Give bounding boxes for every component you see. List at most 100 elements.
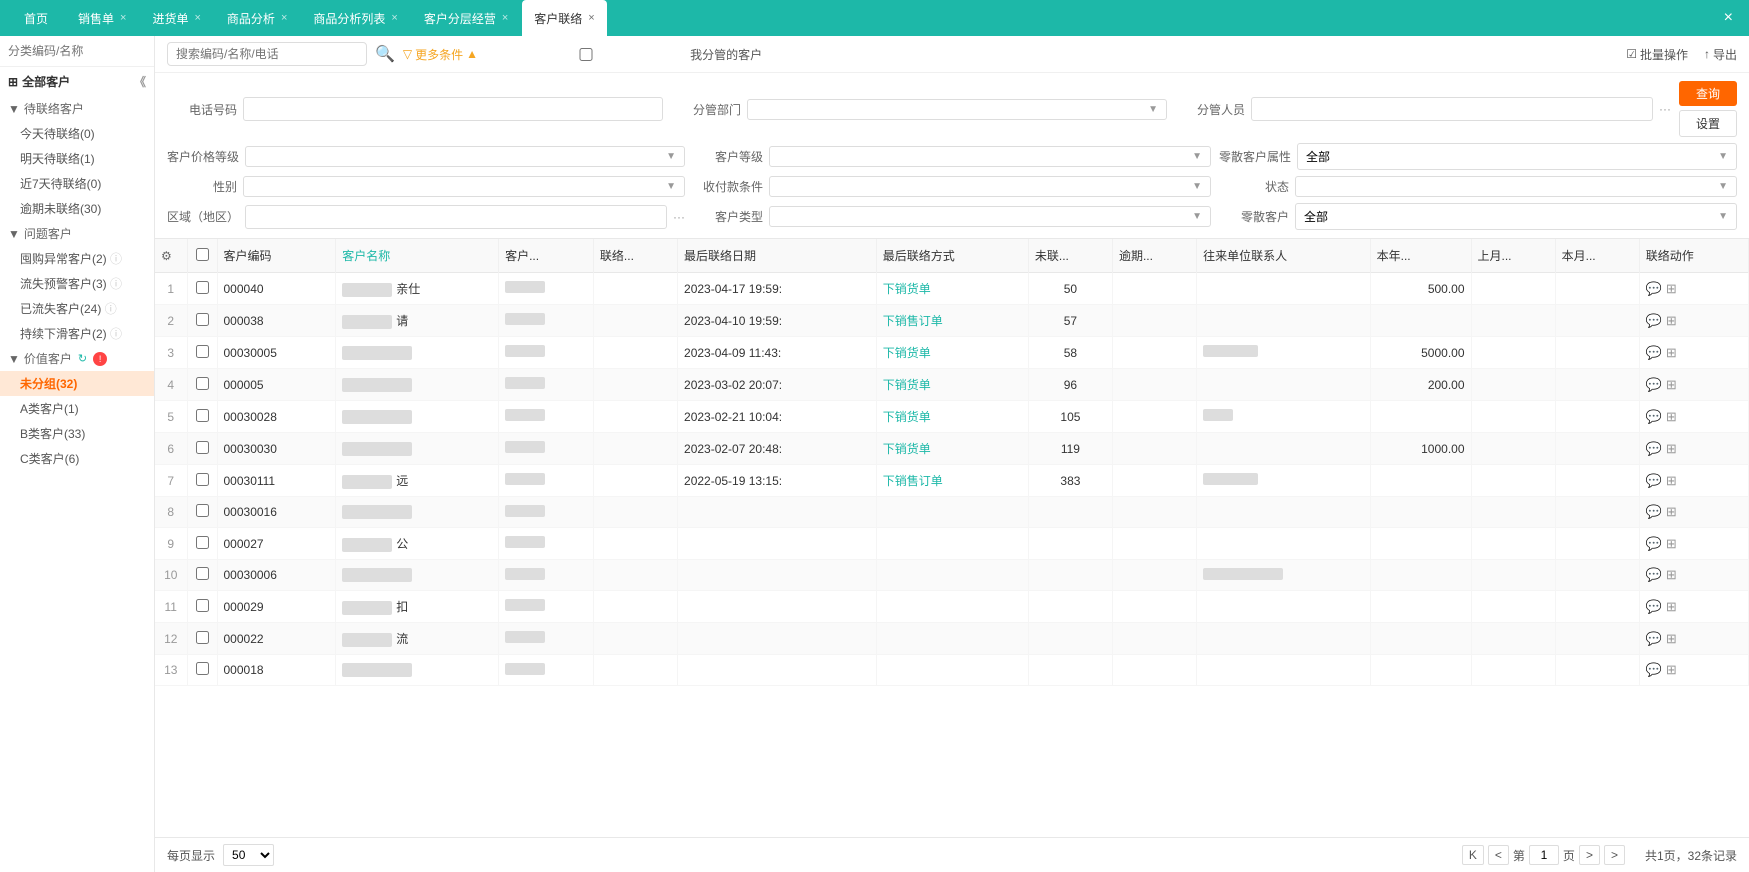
my-customers-checkbox[interactable]	[486, 48, 686, 61]
row-checkbox[interactable]	[196, 345, 209, 358]
grid-action-icon[interactable]: ⊞	[1666, 409, 1677, 425]
phone-input[interactable]	[243, 97, 663, 121]
message-icon[interactable]: 💬	[1646, 313, 1662, 329]
tab-customer-segment[interactable]: 客户分层经营 ×	[412, 0, 520, 36]
tab-purchase-close[interactable]: ×	[194, 12, 200, 24]
message-icon[interactable]: 💬	[1646, 536, 1662, 552]
sidebar-item-declining[interactable]: 持续下滑客户(2) ⓘ	[0, 321, 154, 346]
tab-customer-contact[interactable]: 客户联络 ×	[522, 0, 606, 36]
grid-action-icon[interactable]: ⊞	[1666, 377, 1677, 393]
export-btn[interactable]: ↑ 导出	[1704, 46, 1737, 63]
sidebar-item-churn-warning[interactable]: 流失预警客户(3) ⓘ	[0, 271, 154, 296]
settings-icon[interactable]: ⚙	[161, 249, 172, 263]
my-customers-checkbox-label[interactable]: 我分管的客户	[486, 46, 762, 63]
grid-action-icon[interactable]: ⊞	[1666, 536, 1677, 552]
customer-type-select[interactable]: ▼	[769, 206, 1211, 227]
grid-action-icon[interactable]: ⊞	[1666, 567, 1677, 583]
retail-customer-select[interactable]: 全部 ▼	[1295, 203, 1737, 230]
sidebar-item-class-a[interactable]: A类客户(1)	[0, 396, 154, 421]
first-page-btn[interactable]: K	[1462, 845, 1484, 865]
last-method-link[interactable]: 下销售订单	[883, 474, 943, 488]
message-icon[interactable]: 💬	[1646, 662, 1662, 678]
row-checkbox[interactable]	[196, 377, 209, 390]
row-checkbox[interactable]	[196, 599, 209, 612]
sidebar-item-tomorrow-contact[interactable]: 明天待联络(1)	[0, 146, 154, 171]
row-checkbox[interactable]	[196, 313, 209, 326]
tab-product-analysis[interactable]: 商品分析 ×	[215, 0, 299, 36]
window-close-button[interactable]: ×	[1716, 9, 1741, 27]
sidebar-item-class-b[interactable]: B类客户(33)	[0, 421, 154, 446]
grid-action-icon[interactable]: ⊞	[1666, 662, 1677, 678]
message-icon[interactable]: 💬	[1646, 409, 1662, 425]
more-conditions-btn[interactable]: ▽ 更多条件 ▲	[403, 46, 478, 63]
person-input[interactable]	[1251, 97, 1653, 121]
tab-purchase[interactable]: 进货单 ×	[140, 0, 212, 36]
search-button[interactable]: 🔍	[375, 44, 395, 64]
sidebar-item-hoard-anomaly[interactable]: 囤购异常客户(2) ⓘ	[0, 246, 154, 271]
refresh-icon[interactable]: ↻	[78, 352, 87, 365]
message-icon[interactable]: 💬	[1646, 377, 1662, 393]
sidebar-item-overdue-contact[interactable]: 逾期未联络(30)	[0, 196, 154, 221]
row-checkbox[interactable]	[196, 473, 209, 486]
sidebar-collapse-btn[interactable]: 《	[134, 73, 146, 90]
prev-page-btn[interactable]: <	[1488, 845, 1509, 865]
page-number-input[interactable]	[1529, 845, 1559, 865]
last-method-link[interactable]: 下销货单	[883, 346, 931, 360]
row-checkbox[interactable]	[196, 536, 209, 549]
payment-select[interactable]: ▼	[769, 176, 1211, 197]
sidebar-item-lost-customers[interactable]: 已流失客户(24) ⓘ	[0, 296, 154, 321]
grid-action-icon[interactable]: ⊞	[1666, 313, 1677, 329]
row-checkbox[interactable]	[196, 504, 209, 517]
row-checkbox[interactable]	[196, 281, 209, 294]
batch-operation-btn[interactable]: ☑ 批量操作	[1626, 46, 1688, 63]
message-icon[interactable]: 💬	[1646, 599, 1662, 615]
grid-action-icon[interactable]: ⊞	[1666, 631, 1677, 647]
status-select[interactable]: ▼	[1295, 176, 1737, 197]
sidebar-item-today-contact[interactable]: 今天待联络(0)	[0, 121, 154, 146]
message-icon[interactable]: 💬	[1646, 281, 1662, 297]
message-icon[interactable]: 💬	[1646, 631, 1662, 647]
retail-attr-select[interactable]: 全部 ▼	[1297, 143, 1737, 170]
last-method-link[interactable]: 下销货单	[883, 442, 931, 456]
message-icon[interactable]: 💬	[1646, 504, 1662, 520]
tab-home[interactable]: 首页	[8, 0, 64, 36]
last-method-link[interactable]: 下销货单	[883, 378, 931, 392]
row-checkbox[interactable]	[196, 631, 209, 644]
select-all-checkbox[interactable]	[196, 248, 209, 261]
price-level-select[interactable]: ▼	[245, 146, 685, 167]
tab-sales[interactable]: 销售单 ×	[66, 0, 138, 36]
sidebar-search-input[interactable]	[8, 44, 155, 58]
all-customers-header[interactable]: ⊞ 全部客户 《	[0, 67, 154, 96]
row-checkbox[interactable]	[196, 662, 209, 675]
grid-action-icon[interactable]: ⊞	[1666, 599, 1677, 615]
dept-select[interactable]: ▼	[747, 99, 1167, 120]
tab-sales-close[interactable]: ×	[120, 12, 126, 24]
last-method-link[interactable]: 下销货单	[883, 282, 931, 296]
tab-product-analysis-list-close[interactable]: ×	[391, 12, 397, 24]
row-checkbox[interactable]	[196, 441, 209, 454]
customer-level-select[interactable]: ▼	[769, 146, 1211, 167]
sidebar-item-ungroup[interactable]: 未分组(32)	[0, 371, 154, 396]
grid-action-icon[interactable]: ⊞	[1666, 473, 1677, 489]
reset-button[interactable]: 设置	[1679, 110, 1737, 137]
checkbox-th[interactable]	[187, 239, 217, 273]
tab-customer-contact-close[interactable]: ×	[588, 12, 594, 24]
message-icon[interactable]: 💬	[1646, 345, 1662, 361]
message-icon[interactable]: 💬	[1646, 441, 1662, 457]
grid-action-icon[interactable]: ⊞	[1666, 281, 1677, 297]
grid-action-icon[interactable]: ⊞	[1666, 441, 1677, 457]
grid-action-icon[interactable]: ⊞	[1666, 504, 1677, 520]
last-page-btn[interactable]: >	[1604, 845, 1625, 865]
grid-action-icon[interactable]: ⊞	[1666, 345, 1677, 361]
region-input[interactable]	[245, 205, 667, 229]
tab-customer-segment-close[interactable]: ×	[502, 12, 508, 24]
row-checkbox[interactable]	[196, 567, 209, 580]
tab-product-analysis-list[interactable]: 商品分析列表 ×	[301, 0, 409, 36]
query-button[interactable]: 查询	[1679, 81, 1737, 106]
sidebar-item-class-c[interactable]: C类客户(6)	[0, 446, 154, 471]
settings-th[interactable]: ⚙	[155, 239, 187, 273]
per-page-select[interactable]: 50 100 200	[223, 844, 274, 866]
gender-select[interactable]: ▼	[243, 176, 685, 197]
message-icon[interactable]: 💬	[1646, 473, 1662, 489]
person-ellipsis[interactable]: ···	[1659, 102, 1671, 116]
